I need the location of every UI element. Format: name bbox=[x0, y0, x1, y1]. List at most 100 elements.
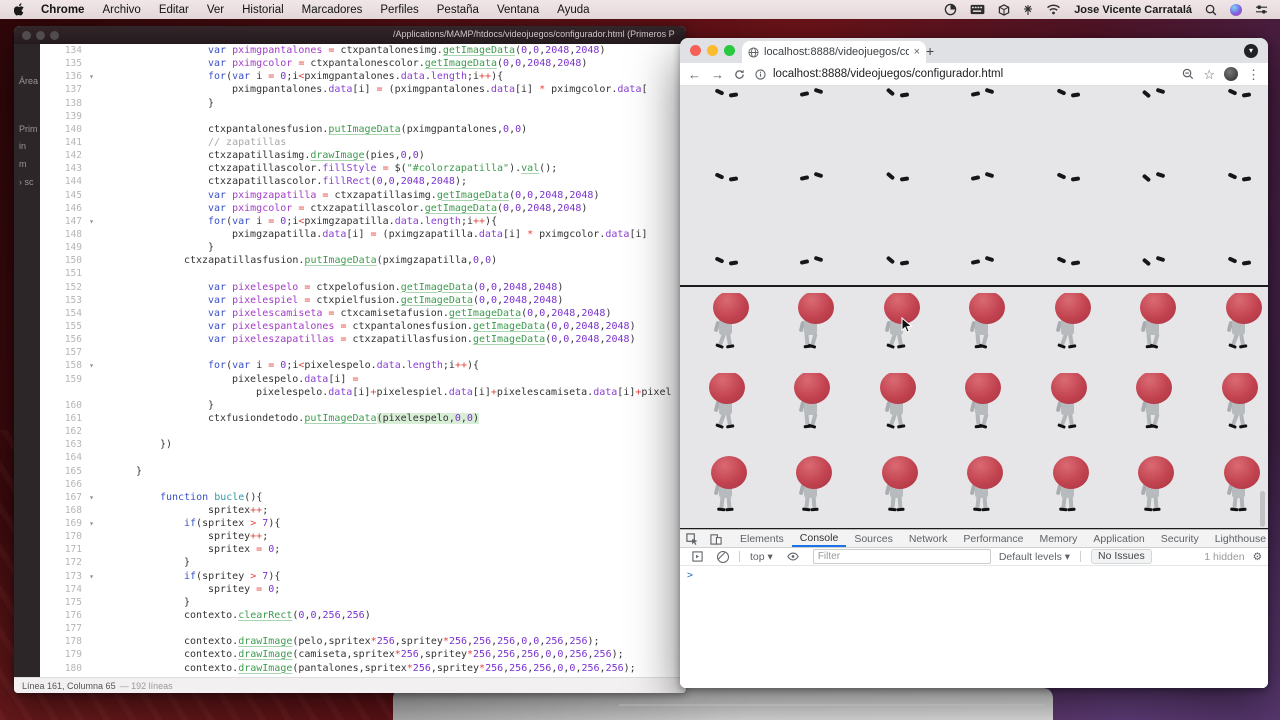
editor-sidebar[interactable]: Área Prim in m › sc bbox=[14, 44, 40, 677]
line-number: 146 bbox=[64, 202, 82, 214]
console-sidebar-icon[interactable] bbox=[686, 551, 709, 562]
fold-arrow-icon[interactable]: ▾ bbox=[85, 570, 98, 583]
code-line: 136 ▾ for(var i = 0;i<pximgpantalones.data… bbox=[40, 70, 686, 83]
keyboard-icon[interactable] bbox=[970, 4, 985, 15]
devtools-tab-elements[interactable]: Elements bbox=[732, 530, 792, 547]
sidebar-item[interactable]: in bbox=[19, 141, 26, 151]
package-icon[interactable] bbox=[998, 3, 1010, 16]
sidebar-item[interactable]: m bbox=[19, 159, 27, 169]
back-button[interactable]: ← bbox=[688, 68, 701, 81]
fold-arrow-icon[interactable]: ▾ bbox=[85, 359, 98, 372]
clear-console-icon[interactable] bbox=[717, 550, 729, 563]
devtools-tab-sources[interactable]: Sources bbox=[846, 530, 901, 547]
fold-arrow-icon[interactable]: ▾ bbox=[85, 215, 98, 228]
devtools-tab-security[interactable]: Security bbox=[1153, 530, 1207, 547]
line-number: 150 bbox=[64, 255, 82, 267]
console-output[interactable]: > bbox=[680, 566, 1268, 688]
pie-icon[interactable] bbox=[944, 3, 957, 16]
profile-avatar[interactable] bbox=[1224, 67, 1238, 81]
fold-arrow-icon[interactable]: ▾ bbox=[85, 517, 98, 530]
sidebar-item[interactable]: Área bbox=[19, 76, 38, 86]
line-number: 136 bbox=[64, 71, 82, 83]
menu-item[interactable]: Ayuda bbox=[557, 4, 589, 16]
eye-icon[interactable] bbox=[781, 552, 805, 561]
tab-close-icon[interactable]: × bbox=[914, 46, 920, 58]
inspect-element-icon[interactable] bbox=[680, 530, 704, 547]
menu-item[interactable]: Archivo bbox=[102, 4, 140, 16]
zoom-out-icon[interactable] bbox=[1182, 68, 1194, 80]
browser-menu-icon[interactable]: ⋮ bbox=[1247, 68, 1260, 81]
log-levels-dropdown[interactable]: Default levels ▾ bbox=[999, 551, 1070, 563]
devtools-tab-memory[interactable]: Memory bbox=[1031, 530, 1085, 547]
sprite-page-canvas[interactable] bbox=[680, 86, 1268, 529]
zoom-window-button[interactable] bbox=[50, 31, 59, 40]
control-center-icon[interactable] bbox=[1255, 4, 1268, 15]
close-window-button[interactable] bbox=[690, 45, 701, 56]
siri-icon[interactable] bbox=[1230, 3, 1242, 16]
menu-item[interactable]: Ver bbox=[207, 4, 224, 16]
character-sprite bbox=[954, 293, 1014, 353]
feet-sprite bbox=[783, 88, 843, 100]
code-line: 147 ▾ for(var i = 0;i<pximgzapatilla.data.… bbox=[40, 215, 686, 228]
browser-toolbar: ← → localhost:8888/videojuegos/configura… bbox=[680, 63, 1268, 86]
devtools-tab-lighthouse[interactable]: Lighthouse bbox=[1207, 530, 1268, 547]
tab-strip: localhost:8888/videojuegos/co × + ▾ bbox=[680, 38, 1268, 63]
menu-item[interactable]: Chrome bbox=[41, 4, 84, 16]
menu-bar-username[interactable]: Jose Vicente Carratalá bbox=[1074, 4, 1192, 16]
editor-status-bar: Línea 161, Columna 65 — 192 líneas bbox=[14, 677, 686, 693]
context-selector[interactable]: top ▾ bbox=[750, 551, 773, 563]
editor-title-bar[interactable]: /Applications/MAMP/htdocs/videojuegos/co… bbox=[14, 26, 686, 44]
forward-button[interactable]: → bbox=[711, 68, 724, 81]
console-filter-input[interactable] bbox=[812, 549, 991, 564]
fold-arrow-icon[interactable]: ▾ bbox=[85, 70, 98, 83]
menu-item[interactable]: Perfiles bbox=[380, 4, 418, 16]
code-line: 145 var pximgzapatilla = ctxzapatillasimg… bbox=[40, 189, 686, 202]
code-line: 160} bbox=[40, 399, 686, 412]
wifi-icon[interactable] bbox=[1046, 4, 1061, 15]
zoom-window-button[interactable] bbox=[724, 45, 735, 56]
code-editor-area[interactable]: 134 var pximgpantalones = ctxpantalonesim… bbox=[40, 44, 686, 677]
sidebar-item[interactable]: Prim bbox=[19, 124, 38, 134]
character-sprite bbox=[1125, 456, 1185, 516]
device-toolbar-icon[interactable] bbox=[704, 530, 728, 547]
code-line: 151 bbox=[40, 267, 686, 280]
devtools-tab-console[interactable]: Console bbox=[791, 530, 847, 547]
new-tab-button[interactable]: + bbox=[926, 43, 934, 59]
character-sprite bbox=[783, 456, 843, 516]
minimize-window-button[interactable] bbox=[707, 45, 718, 56]
info-icon[interactable] bbox=[755, 68, 766, 80]
code-line: 157 bbox=[40, 346, 686, 359]
browser-tab[interactable]: localhost:8888/videojuegos/co × bbox=[742, 41, 926, 63]
page-scrollbar[interactable] bbox=[1260, 491, 1265, 527]
spotlight-icon[interactable] bbox=[1205, 4, 1217, 16]
menu-item[interactable]: Marcadores bbox=[302, 4, 363, 16]
menu-item[interactable]: Pestaña bbox=[437, 4, 479, 16]
devtools-tab-application[interactable]: Application bbox=[1085, 530, 1152, 547]
fold-arrow-icon bbox=[85, 530, 98, 543]
line-number: 138 bbox=[64, 97, 82, 109]
fold-arrow-icon bbox=[85, 386, 98, 399]
apple-menu-icon[interactable] bbox=[14, 3, 25, 16]
reload-icon[interactable] bbox=[734, 69, 745, 80]
address-bar[interactable]: localhost:8888/videojuegos/configurador.… bbox=[755, 68, 1172, 80]
menu-item[interactable]: Ventana bbox=[497, 4, 539, 16]
minimize-window-button[interactable] bbox=[36, 31, 45, 40]
no-issues-chip[interactable]: No Issues bbox=[1091, 549, 1152, 564]
fold-arrow-icon bbox=[85, 44, 98, 57]
code-line: 138} bbox=[40, 97, 686, 110]
fold-arrow-icon[interactable]: ▾ bbox=[85, 491, 98, 504]
close-window-button[interactable] bbox=[22, 31, 31, 40]
menu-item[interactable]: Editar bbox=[159, 4, 189, 16]
menu-item[interactable]: Historial bbox=[242, 4, 284, 16]
bookmark-star-icon[interactable]: ☆ bbox=[1203, 68, 1215, 81]
devtools-tab-network[interactable]: Network bbox=[901, 530, 956, 547]
code-line: 158 ▾ for(var i = 0;i<pixelespelo.data.len… bbox=[40, 359, 686, 372]
fold-arrow-icon bbox=[85, 57, 98, 70]
tab-search-icon[interactable]: ▾ bbox=[1244, 44, 1258, 58]
sidebar-item[interactable]: › sc bbox=[19, 177, 34, 187]
devtools-tab-performance[interactable]: Performance bbox=[955, 530, 1031, 547]
antenna-icon[interactable] bbox=[1023, 4, 1033, 16]
line-number: 139 bbox=[64, 110, 82, 122]
console-settings-icon[interactable]: ⚙ bbox=[1253, 551, 1262, 563]
fold-arrow-icon bbox=[85, 556, 98, 569]
